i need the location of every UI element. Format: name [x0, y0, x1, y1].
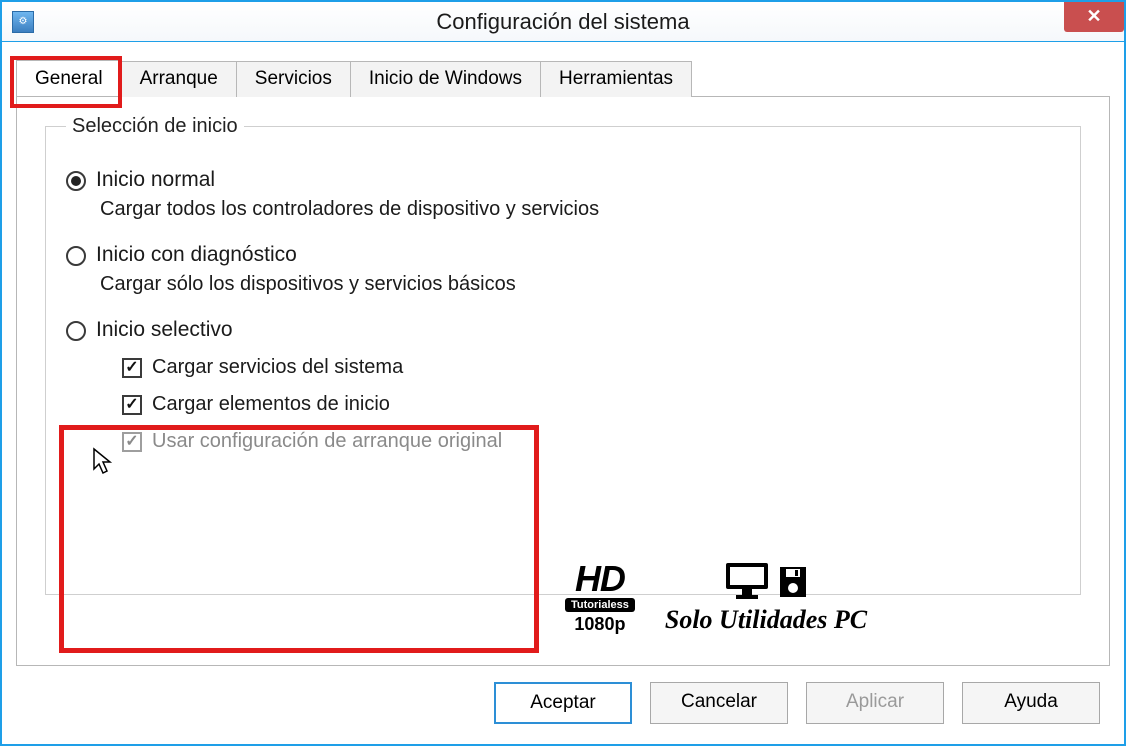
close-button[interactable]: ✕	[1064, 2, 1124, 32]
watermark-tag: Tutorialess	[565, 598, 635, 612]
checkbox-load-startup-label: Cargar elementos de inicio	[152, 393, 390, 416]
radio-diagnostic-label: Inicio con diagnóstico	[96, 243, 297, 267]
selective-suboptions: Cargar servicios del sistema Cargar elem…	[122, 356, 1060, 453]
radio-selective-label: Inicio selectivo	[96, 318, 233, 342]
tab-herramientas[interactable]: Herramientas	[540, 61, 692, 97]
checkbox-use-original-row: Usar configuración de arranque original	[122, 430, 1060, 453]
radio-normal-desc: Cargar todos los controladores de dispos…	[100, 198, 1060, 221]
radio-normal-label: Inicio normal	[96, 168, 215, 192]
checkbox-load-services-row: Cargar servicios del sistema	[122, 356, 1060, 379]
tab-servicios[interactable]: Servicios	[236, 61, 351, 97]
tab-panel-general: Selección de inicio Inicio normal Cargar…	[16, 96, 1110, 666]
client-area: General Arranque Servicios Inicio de Win…	[2, 42, 1124, 744]
checkbox-use-original-label: Usar configuración de arranque original	[152, 430, 502, 453]
option-selective-row: Inicio selectivo	[66, 318, 1060, 342]
checkbox-use-original	[122, 432, 142, 452]
msconfig-window: ⚙ Configuración del sistema ✕ General Ar…	[0, 0, 1126, 746]
startup-selection-group: Selección de inicio Inicio normal Cargar…	[45, 115, 1081, 595]
group-legend: Selección de inicio	[66, 115, 244, 138]
help-button[interactable]: Ayuda	[962, 682, 1100, 724]
tab-inicio-windows[interactable]: Inicio de Windows	[350, 61, 541, 97]
close-icon: ✕	[1086, 6, 1101, 27]
dialog-button-bar: Aceptar Cancelar Aplicar Ayuda	[16, 666, 1110, 734]
watermark-resolution: 1080p	[565, 614, 635, 635]
watermark-text: Solo Utilidades PC	[665, 605, 867, 635]
checkbox-load-startup-row: Cargar elementos de inicio	[122, 393, 1060, 416]
radio-diagnostic[interactable]	[66, 246, 86, 266]
radio-normal[interactable]	[66, 171, 86, 191]
apply-button: Aplicar	[806, 682, 944, 724]
option-diagnostic-row: Inicio con diagnóstico	[66, 243, 1060, 267]
window-title: Configuración del sistema	[2, 9, 1124, 35]
checkbox-load-startup[interactable]	[122, 395, 142, 415]
tab-general[interactable]: General	[16, 60, 122, 96]
cancel-button[interactable]: Cancelar	[650, 682, 788, 724]
checkbox-load-services-label: Cargar servicios del sistema	[152, 356, 403, 379]
ok-button[interactable]: Aceptar	[494, 682, 632, 724]
titlebar: ⚙ Configuración del sistema ✕	[2, 2, 1124, 42]
tab-arranque[interactable]: Arranque	[121, 61, 237, 97]
option-normal-row: Inicio normal	[66, 168, 1060, 192]
tab-strip: General Arranque Servicios Inicio de Win…	[16, 60, 1110, 96]
checkbox-load-services[interactable]	[122, 358, 142, 378]
radio-diagnostic-desc: Cargar sólo los dispositivos y servicios…	[100, 273, 1060, 296]
app-icon: ⚙	[12, 11, 34, 33]
radio-selective[interactable]	[66, 321, 86, 341]
